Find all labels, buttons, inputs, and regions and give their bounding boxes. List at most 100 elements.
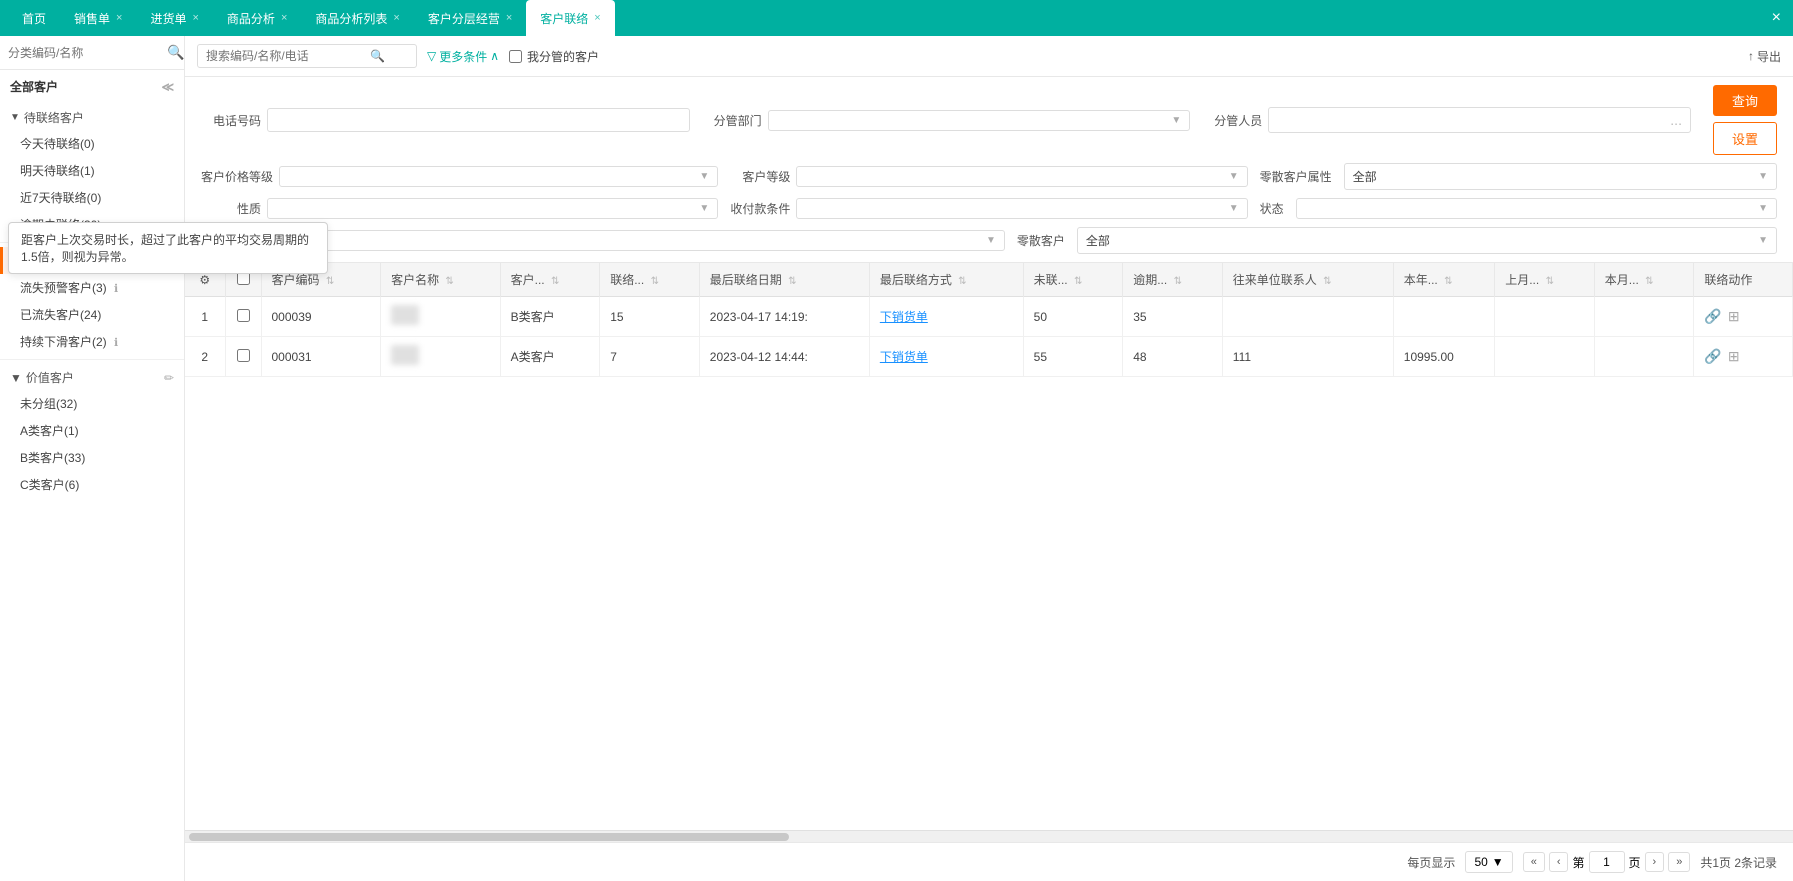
filter-row-4: ... 客户类型 ▼ 零散客户 全部 ▼ [201,227,1777,254]
scrollbar-thumb[interactable] [189,833,789,841]
filter-field-payment: 收付款条件 ▼ [730,198,1247,219]
sidebar-item-ungrouped[interactable]: 未分组(32) [0,390,184,417]
retail-attr-select[interactable]: 全部 ▼ [1344,163,1777,190]
th-overdue[interactable]: 逾期... ⇅ [1123,263,1223,297]
sort-year-icon: ⇅ [1444,276,1452,287]
query-button[interactable]: 查询 [1713,85,1777,116]
nav-tab-customer-layer[interactable]: 客户分层经营 × [414,0,526,36]
nav-tab-analysis-list[interactable]: 商品分析列表 × [301,0,413,36]
phone-input[interactable] [267,108,690,132]
action-link-icon-2[interactable]: 🔗 [1704,348,1721,365]
sidebar-item-declining[interactable]: 持续下滑客户(2) ℹ [0,328,184,355]
per-page-down-arrow: ▼ [1492,855,1504,869]
manager-dots[interactable]: ... [1670,112,1682,128]
customer-level-select[interactable]: ▼ [796,166,1247,187]
table-row: 1 000039 B类客户 15 2023-04-17 14:19: 下销货单 [185,297,1793,337]
my-customers-check-input[interactable] [509,50,522,63]
top-nav: 首页 销售单 × 进货单 × 商品分析 × 商品分析列表 × 客户分层经营 × … [0,0,1793,36]
customer-type-select[interactable]: ▼ [311,230,1005,251]
th-contact-count[interactable]: 联络... ⇅ [600,263,700,297]
page-number-input[interactable] [1589,851,1625,873]
method-link-2[interactable]: 下销货单 [880,350,928,364]
nav-tab-purchase[interactable]: 进货单 × [136,0,212,36]
sidebar-item-b-class[interactable]: B类客户(33) [0,444,184,471]
nav-tab-purchase-close[interactable]: × [192,12,198,24]
nav-tab-home[interactable]: 首页 [8,0,60,36]
sidebar-search-input[interactable] [8,46,163,60]
th-this-month[interactable]: 本月... ⇅ [1594,263,1694,297]
more-conditions-btn[interactable]: ▽ 更多条件 ∧ [427,48,499,65]
th-name[interactable]: 客户名称 ⇅ [381,263,501,297]
td-method-2[interactable]: 下销货单 [869,337,1023,377]
nav-tab-analysis-list-close[interactable]: × [393,12,399,24]
window-close-btn[interactable]: × [1772,9,1781,27]
nav-tab-analysis[interactable]: 商品分析 × [213,0,301,36]
sidebar-search-area: 🔍 [0,36,184,70]
gender-down-arrow: ▼ [699,203,709,214]
dept-select[interactable]: ▼ [768,110,1191,131]
sidebar-item-lost-preview[interactable]: 流失预警客户(3) ℹ [0,274,184,301]
first-page-btn[interactable]: « [1523,852,1545,872]
status-select[interactable]: ▼ [1296,198,1777,219]
nav-tab-customer-contact[interactable]: 客户联络 × [526,0,614,36]
price-level-down-arrow: ▼ [699,171,709,182]
sidebar-item-7days[interactable]: 近7天待联络(0) [0,184,184,211]
th-uncontact[interactable]: 未联... ⇅ [1023,263,1123,297]
advanced-filter: 电话号码 分管部门 ▼ 分管人员 ... [185,77,1793,263]
sidebar-value-edit-icon[interactable]: ✏ [164,371,174,385]
nav-tab-analysis-close[interactable]: × [281,12,287,24]
th-last-contact-method[interactable]: 最后联络方式 ⇅ [869,263,1023,297]
sidebar-item-tomorrow[interactable]: 明天待联络(1) [0,157,184,184]
sidebar-pending-group[interactable]: ▼ 待联络客户 [0,103,184,130]
payment-select[interactable]: ▼ [796,198,1247,219]
th-customer-type[interactable]: 客户... ⇅ [500,263,600,297]
gender-select[interactable]: ▼ [267,198,718,219]
filter-field-customer-type: 客户类型 ▼ [245,230,1005,251]
prev-page-btn[interactable]: ‹ [1549,852,1569,872]
td-code-1: 000039 [261,297,381,337]
sidebar-item-already-lost[interactable]: 已流失客户(24) [0,301,184,328]
filter-field-retail-customer: 零散客户 全部 ▼ [1017,227,1777,254]
table-horizontal-scrollbar[interactable] [185,830,1793,842]
row-checkbox-2[interactable] [237,349,250,362]
nav-tab-customer-layer-close[interactable]: × [506,12,512,24]
sidebar-value-group[interactable]: ▼ 价值客户 ✏ [0,364,184,390]
sidebar-collapse-icon[interactable]: ≪ [161,80,174,94]
th-contacts-person[interactable]: 往来单位联系人 ⇅ [1222,263,1393,297]
sort-overdue-icon: ⇅ [1174,276,1182,287]
nav-tab-sales-close[interactable]: × [116,12,122,24]
next-page-btn[interactable]: › [1645,852,1665,872]
th-last-contact-date[interactable]: 最后联络日期 ⇅ [699,263,869,297]
filter-field-gender: 性质 ▼ [201,198,718,219]
td-check-1[interactable] [225,297,261,337]
action-grid-icon-1[interactable]: ⊞ [1728,308,1740,325]
sort-date-icon: ⇅ [788,276,796,287]
sidebar-item-today[interactable]: 今天待联络(0) [0,130,184,157]
nav-tab-customer-contact-close[interactable]: × [594,12,600,24]
table-row: 2 000031 A类客户 7 2023-04-12 14:44: 下销货单 [185,337,1793,377]
action-grid-icon-2[interactable]: ⊞ [1728,348,1740,365]
search-input[interactable] [206,49,366,63]
row-checkbox-1[interactable] [237,309,250,322]
per-page-select[interactable]: 50 ▼ [1465,851,1512,873]
th-last-month[interactable]: 上月... ⇅ [1495,263,1595,297]
method-link-1[interactable]: 下销货单 [880,310,928,324]
settings-button[interactable]: 设置 [1713,122,1777,155]
td-method-1[interactable]: 下销货单 [869,297,1023,337]
td-check-2[interactable] [225,337,261,377]
search-icon[interactable]: 🔍 [370,49,385,63]
my-customers-checkbox[interactable]: 我分管的客户 [509,48,599,65]
sidebar-item-c-class[interactable]: C类客户(6) [0,471,184,498]
last-page-btn[interactable]: » [1668,852,1690,872]
export-btn[interactable]: ↑ 导出 [1748,48,1781,65]
action-link-icon-1[interactable]: 🔗 [1704,308,1721,325]
sidebar-search-icon[interactable]: 🔍 [167,44,184,61]
manager-select[interactable]: ... [1268,107,1691,133]
nav-tab-sales[interactable]: 销售单 × [60,0,136,36]
th-year-amount[interactable]: 本年... ⇅ [1393,263,1494,297]
retail-customer-select[interactable]: 全部 ▼ [1077,227,1777,254]
price-level-select[interactable]: ▼ [279,166,718,187]
sort-uncontact-icon: ⇅ [1074,276,1082,287]
sidebar-item-a-class[interactable]: A类客户(1) [0,417,184,444]
td-type-2: A类客户 [500,337,600,377]
